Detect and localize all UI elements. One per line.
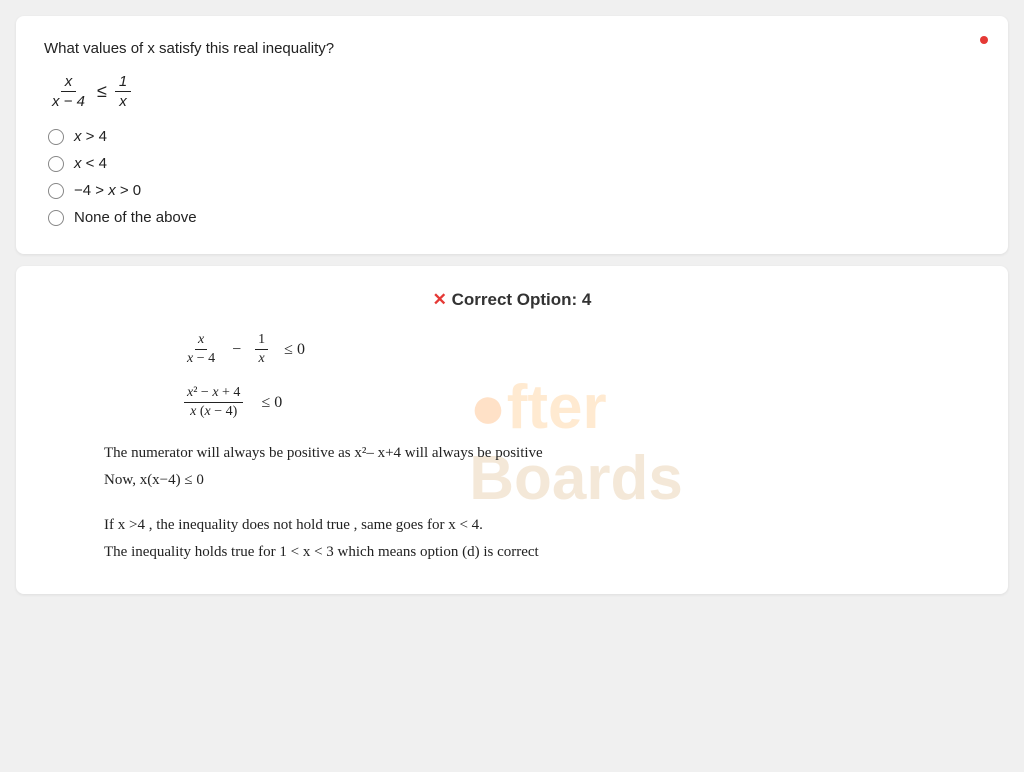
inequality-display: x x − 4 ≤ 1 x — [44, 73, 980, 110]
step1-lhs-denom: x − 4 — [184, 350, 218, 367]
option-4-text: None of the above — [74, 209, 197, 226]
step1-rhs-fraction: 1 x — [255, 332, 268, 367]
rhs-fraction: 1 x — [115, 73, 131, 110]
step1-rhs-num: 1 — [255, 332, 268, 350]
question-title: What values of x satisfy this real inequ… — [44, 40, 980, 57]
option-1[interactable]: x > 4 — [48, 128, 980, 145]
step2-leq: ≤ 0 — [261, 394, 282, 412]
question-card: What values of x satisfy this real inequ… — [16, 16, 1008, 254]
options-list: x > 4 x < 4 −4 > x > 0 None of the above — [44, 128, 980, 226]
step1-lhs-fraction: x x − 4 — [184, 332, 218, 367]
explanation-line1: The numerator will always be positive as… — [104, 440, 980, 467]
option-3-text: −4 > x > 0 — [74, 182, 141, 199]
option-1-text: x > 4 — [74, 128, 107, 145]
explanation-line2: Now, x(x−4) ≤ 0 — [104, 467, 980, 494]
step1-line: x x − 4 − 1 x ≤ 0 — [44, 332, 980, 367]
explanation-line4: The inequality holds true for 1 < x < 3 … — [104, 539, 980, 566]
step2-line: x² − x + 4 x (x − 4) ≤ 0 — [44, 385, 980, 420]
option-2-text: x < 4 — [74, 155, 107, 172]
solution-steps: x x − 4 − 1 x ≤ 0 x² − x + 4 x (x − 4) ≤… — [44, 332, 980, 566]
solution-card: ●fter Boards ✕ Correct Option: 4 x x − 4… — [16, 266, 1008, 594]
option-2[interactable]: x < 4 — [48, 155, 980, 172]
step1-lhs-num: x — [195, 332, 207, 350]
x-mark: ✕ — [433, 290, 447, 309]
option-3[interactable]: −4 > x > 0 — [48, 182, 980, 199]
step1-minus: − — [232, 341, 241, 359]
explanation-line3: If x >4 , the inequality does not hold t… — [104, 512, 980, 539]
radio-2[interactable] — [48, 156, 64, 172]
explanation-block: The numerator will always be positive as… — [44, 440, 980, 566]
rhs-denominator: x — [115, 92, 131, 110]
lhs-numerator: x — [61, 73, 77, 92]
inequality-operator: ≤ — [97, 81, 107, 102]
lhs-fraction: x x − 4 — [48, 73, 89, 110]
dot-indicator — [980, 36, 988, 44]
option-4[interactable]: None of the above — [48, 209, 980, 226]
step2-num: x² − x + 4 — [184, 385, 243, 403]
rhs-numerator: 1 — [115, 73, 131, 92]
radio-4[interactable] — [48, 210, 64, 226]
radio-1[interactable] — [48, 129, 64, 145]
correct-option-text: Correct Option: 4 — [452, 290, 592, 309]
step1-leq: ≤ 0 — [284, 341, 305, 359]
step2-fraction: x² − x + 4 x (x − 4) — [184, 385, 243, 420]
step1-rhs-denom: x — [256, 350, 268, 367]
correct-option-header: ✕ Correct Option: 4 — [44, 290, 980, 310]
step2-denom: x (x − 4) — [187, 403, 240, 420]
lhs-denominator: x − 4 — [48, 92, 89, 110]
radio-3[interactable] — [48, 183, 64, 199]
